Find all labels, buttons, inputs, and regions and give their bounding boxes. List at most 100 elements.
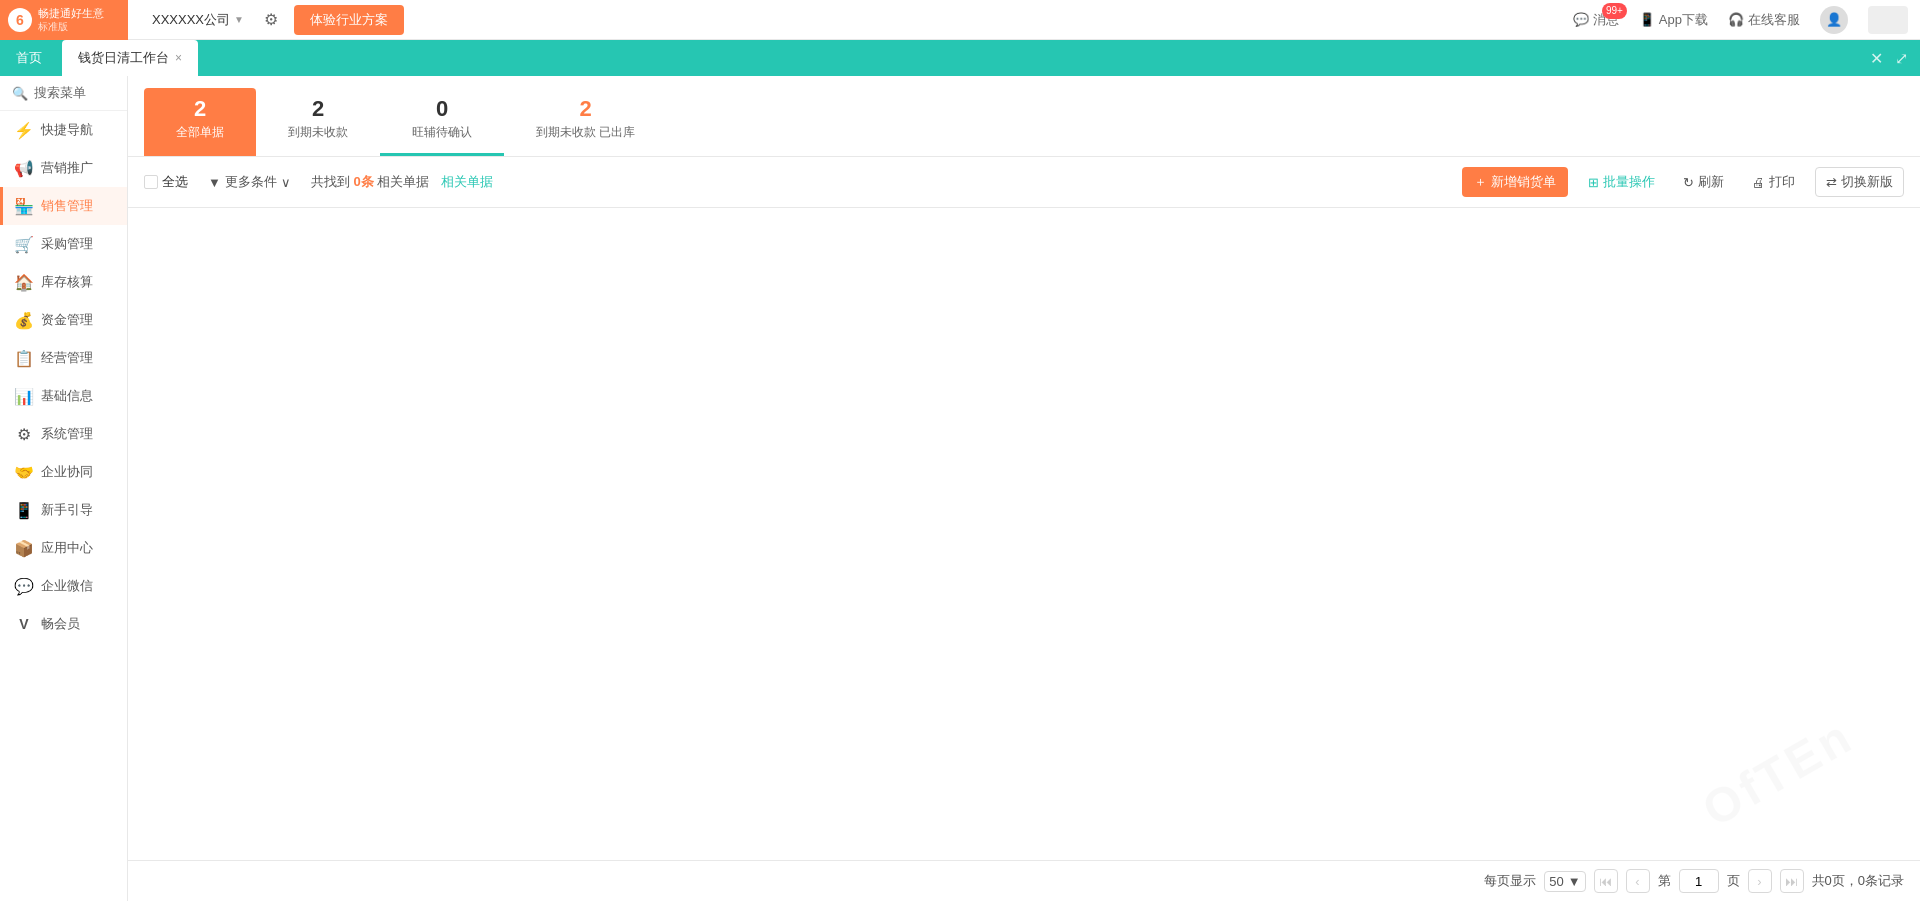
member-icon: V bbox=[15, 615, 33, 633]
batch-icon: ⊞ bbox=[1588, 175, 1599, 190]
avatar[interactable]: 👤 bbox=[1820, 6, 1848, 34]
checkbox-icon bbox=[144, 175, 158, 189]
cooperation-icon: 🤝 bbox=[15, 463, 33, 481]
company-selector[interactable]: XXXXXX公司 ▼ bbox=[144, 7, 252, 33]
select-all-checkbox[interactable]: 全选 bbox=[144, 173, 188, 191]
page-suffix-label: 页 bbox=[1727, 872, 1740, 890]
prev-page-button[interactable]: ‹ bbox=[1626, 869, 1650, 893]
pagination: 每页显示 50 ▼ ⏮ ‹ 第 页 › ⏭ 共0页，0条记录 bbox=[128, 860, 1920, 901]
guide-icon: 📱 bbox=[15, 501, 33, 519]
stat-overdue-number: 2 bbox=[312, 96, 324, 122]
message-badge: 99+ bbox=[1602, 3, 1627, 19]
sidebar-item-marketing[interactable]: 📢 营销推广 bbox=[0, 149, 127, 187]
wechat-icon: 💬 bbox=[15, 577, 33, 595]
filter-icon: ▼ bbox=[208, 175, 221, 190]
user-extra[interactable] bbox=[1868, 6, 1908, 34]
message-icon: 💬 bbox=[1573, 12, 1589, 27]
sidebar-item-member[interactable]: V 畅会员 bbox=[0, 605, 127, 643]
system-icon: ⚙ bbox=[15, 425, 33, 443]
table-area: OfTEn bbox=[128, 208, 1920, 860]
marketing-icon: 📢 bbox=[15, 159, 33, 177]
filter-label: 更多条件 bbox=[225, 173, 277, 191]
quick-nav-icon: ⚡ bbox=[15, 121, 33, 139]
related-orders-link[interactable]: 相关单据 bbox=[441, 173, 493, 191]
stat-overdue-out-number: 2 bbox=[580, 96, 592, 122]
print-icon: 🖨 bbox=[1752, 175, 1765, 190]
tab-bar: 首页 钱货日清工作台 × ✕ ⤢ bbox=[0, 40, 1920, 76]
stats-tabs: 2 全部单据 2 到期未收款 0 旺辅待确认 2 到期未收款 已出库 bbox=[128, 76, 1920, 157]
headset-icon: 🎧 bbox=[1728, 12, 1744, 27]
sidebar-item-cooperation[interactable]: 🤝 企业协同 bbox=[0, 453, 127, 491]
tab-label: 钱货日清工作台 bbox=[78, 49, 169, 67]
user-icon: 👤 bbox=[1826, 12, 1842, 27]
message-button[interactable]: 💬 消息 99+ bbox=[1573, 11, 1619, 29]
sidebar-item-finance[interactable]: 💰 资金管理 bbox=[0, 301, 127, 339]
search-icon: 🔍 bbox=[12, 86, 28, 101]
inventory-icon: 🏠 bbox=[15, 273, 33, 291]
last-page-button[interactable]: ⏭ bbox=[1780, 869, 1804, 893]
stat-tab-overdue-out[interactable]: 2 到期未收款 已出库 bbox=[504, 88, 667, 156]
print-button[interactable]: 🖨 打印 bbox=[1744, 169, 1803, 195]
add-sales-order-button[interactable]: ＋ 新增销货单 bbox=[1462, 167, 1568, 197]
per-page-select[interactable]: 50 ▼ bbox=[1544, 871, 1585, 892]
sidebar-item-guide[interactable]: 📱 新手引导 bbox=[0, 491, 127, 529]
online-service-button[interactable]: 🎧 在线客服 bbox=[1728, 11, 1800, 29]
stat-overdue-label: 到期未收款 bbox=[288, 124, 348, 141]
app-download-button[interactable]: 📱 App下载 bbox=[1639, 11, 1708, 29]
page-input[interactable] bbox=[1679, 869, 1719, 893]
tab-close-icon[interactable]: × bbox=[175, 51, 182, 65]
sidebar: 🔍 搜索菜单 ⚡ 快捷导航 📢 营销推广 🏪 销售管理 🛒 采购管理 🏠 库存核… bbox=[0, 76, 128, 901]
trial-button[interactable]: 体验行业方案 bbox=[294, 5, 404, 35]
company-dropdown-icon: ▼ bbox=[234, 14, 244, 25]
sidebar-item-app-center[interactable]: 📦 应用中心 bbox=[0, 529, 127, 567]
plus-icon: ＋ bbox=[1474, 173, 1487, 191]
sidebar-item-sales[interactable]: 🏪 销售管理 bbox=[0, 187, 127, 225]
tab-close-all-icon[interactable]: ✕ bbox=[1866, 45, 1887, 72]
total-info: 共0页，0条记录 bbox=[1812, 872, 1904, 890]
sidebar-item-purchase[interactable]: 🛒 采购管理 bbox=[0, 225, 127, 263]
stat-overdue-out-label: 到期未收款 已出库 bbox=[536, 124, 635, 141]
stat-all-label: 全部单据 bbox=[176, 124, 224, 141]
sidebar-item-system[interactable]: ⚙ 系统管理 bbox=[0, 415, 127, 453]
stat-tab-wangwang[interactable]: 0 旺辅待确认 bbox=[380, 88, 504, 156]
next-page-button[interactable]: › bbox=[1748, 869, 1772, 893]
stat-tab-overdue[interactable]: 2 到期未收款 bbox=[256, 88, 380, 156]
tab-active[interactable]: 钱货日清工作台 × bbox=[62, 40, 198, 76]
company-name: XXXXXX公司 bbox=[152, 11, 230, 29]
refresh-icon: ↻ bbox=[1683, 175, 1694, 190]
refresh-button[interactable]: ↻ 刷新 bbox=[1675, 169, 1732, 195]
sidebar-search[interactable]: 🔍 搜索菜单 bbox=[0, 76, 127, 111]
tab-expand-icon[interactable]: ⤢ bbox=[1891, 45, 1912, 72]
stat-tab-all[interactable]: 2 全部单据 bbox=[144, 88, 256, 156]
app-download-icon: 📱 bbox=[1639, 12, 1655, 27]
batch-operation-button[interactable]: ⊞ 批量操作 bbox=[1580, 169, 1663, 195]
watermark: OfTEn bbox=[1693, 708, 1863, 838]
purchase-icon: 🛒 bbox=[15, 235, 33, 253]
sidebar-item-wechat[interactable]: 💬 企业微信 bbox=[0, 567, 127, 605]
sidebar-item-basic-info[interactable]: 📊 基础信息 bbox=[0, 377, 127, 415]
switch-icon: ⇄ bbox=[1826, 175, 1837, 190]
finance-icon: 💰 bbox=[15, 311, 33, 329]
sidebar-item-quick-nav[interactable]: ⚡ 快捷导航 bbox=[0, 111, 127, 149]
basic-info-icon: 📊 bbox=[15, 387, 33, 405]
stat-all-number: 2 bbox=[194, 96, 206, 122]
per-page-label: 每页显示 bbox=[1484, 872, 1536, 890]
tab-home[interactable]: 首页 bbox=[0, 40, 58, 76]
per-page-dropdown-icon: ▼ bbox=[1568, 874, 1581, 889]
toolbar: 全选 ▼ 更多条件 ∨ 共找到 0条 相关单据 相关单据 ＋ 新增销货单 bbox=[128, 157, 1920, 208]
select-all-label: 全选 bbox=[162, 173, 188, 191]
logo-text: 畅捷通好生意 标准版 bbox=[38, 6, 104, 33]
sidebar-item-operations[interactable]: 📋 经营管理 bbox=[0, 339, 127, 377]
logo[interactable]: 6 畅捷通好生意 标准版 bbox=[0, 0, 128, 40]
page-label: 第 bbox=[1658, 872, 1671, 890]
operations-icon: 📋 bbox=[15, 349, 33, 367]
settings-button[interactable]: ⚙ bbox=[260, 6, 282, 33]
sales-icon: 🏪 bbox=[15, 197, 33, 215]
switch-version-button[interactable]: ⇄ 切换新版 bbox=[1815, 167, 1904, 197]
chevron-down-icon: ∨ bbox=[281, 175, 291, 190]
logo-icon: 6 bbox=[8, 8, 32, 32]
sidebar-item-inventory[interactable]: 🏠 库存核算 bbox=[0, 263, 127, 301]
first-page-button[interactable]: ⏮ bbox=[1594, 869, 1618, 893]
app-center-icon: 📦 bbox=[15, 539, 33, 557]
filter-button[interactable]: ▼ 更多条件 ∨ bbox=[200, 169, 299, 195]
